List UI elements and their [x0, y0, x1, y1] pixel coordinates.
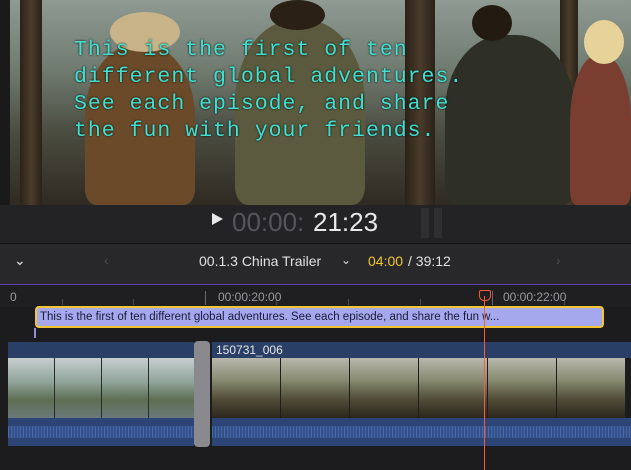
project-menu-chevron-icon[interactable]: ⌄: [341, 253, 351, 267]
ruler-label: 0: [10, 290, 17, 304]
traveler-figure: [570, 55, 631, 205]
audio-waveform[interactable]: [8, 418, 194, 446]
filmstrip-frame: [557, 358, 626, 418]
playhead-marker-icon[interactable]: [479, 290, 491, 301]
clip-name: 150731_006: [216, 343, 283, 357]
filmstrip-frame: [55, 358, 102, 418]
traveler-figure: [445, 35, 575, 205]
chevron-down-icon[interactable]: ⌄: [14, 252, 26, 269]
timecode-leading: 00:00:: [232, 207, 305, 237]
video-viewer[interactable]: This is the first of ten different globa…: [0, 0, 631, 205]
viewer-caption: This is the first of ten different globa…: [74, 37, 463, 145]
ruler-label: 00:00:22:00: [503, 290, 567, 304]
forward-arrow-icon[interactable]: ›: [556, 252, 561, 268]
caption-line: This is the first of ten: [74, 38, 408, 62]
ruler-tick-minor: [62, 299, 63, 305]
ruler-tick-minor: [420, 299, 421, 305]
clip-header[interactable]: [8, 342, 194, 358]
filmstrip-frame: [212, 358, 281, 418]
traveler-head: [270, 0, 325, 30]
playhead[interactable]: [484, 296, 485, 470]
audio-meter-left: [421, 208, 429, 238]
timecode-current: 21:23: [313, 207, 379, 237]
filmstrip-frame: [419, 358, 488, 418]
video-clip-filmstrip[interactable]: [8, 358, 194, 418]
back-arrow-icon[interactable]: ‹: [104, 252, 109, 268]
ruler-label: 00:00:20:00: [218, 290, 282, 304]
ruler-tick: [205, 291, 206, 305]
current-duration: 04:00: [368, 253, 404, 269]
caption-line: the fun with your friends.: [74, 119, 436, 143]
tree-trunk: [20, 0, 42, 205]
traveler-head: [584, 20, 624, 64]
video-clip-filmstrip[interactable]: [212, 358, 631, 418]
project-name[interactable]: 00.1.3 China Trailer: [199, 253, 321, 269]
waveform: [8, 426, 194, 438]
ruler-tick: [492, 291, 493, 305]
filmstrip-frame: [488, 358, 557, 418]
caption-line: See each episode, and share: [74, 92, 450, 116]
caption-clip[interactable]: This is the first of ten different globa…: [35, 306, 604, 328]
filmstrip-frame: [8, 358, 55, 418]
filmstrip-frame: [149, 358, 194, 418]
caption-connector: [34, 328, 36, 338]
waveform: [212, 426, 631, 438]
filmstrip-frame: [350, 358, 419, 418]
total-duration: / 39:12: [408, 253, 451, 269]
audio-waveform[interactable]: [212, 418, 631, 446]
ruler-tick-minor: [133, 299, 134, 305]
audio-meter-right: [434, 208, 442, 238]
play-icon[interactable]: [212, 213, 223, 225]
filmstrip-frame: [281, 358, 350, 418]
viewer-edge: [0, 0, 10, 205]
ruler-tick-minor: [348, 299, 349, 305]
caption-line: different global adventures.: [74, 65, 464, 89]
filmstrip-frame: [102, 358, 149, 418]
traveler-head: [472, 5, 512, 41]
gap-clip[interactable]: [194, 341, 210, 447]
